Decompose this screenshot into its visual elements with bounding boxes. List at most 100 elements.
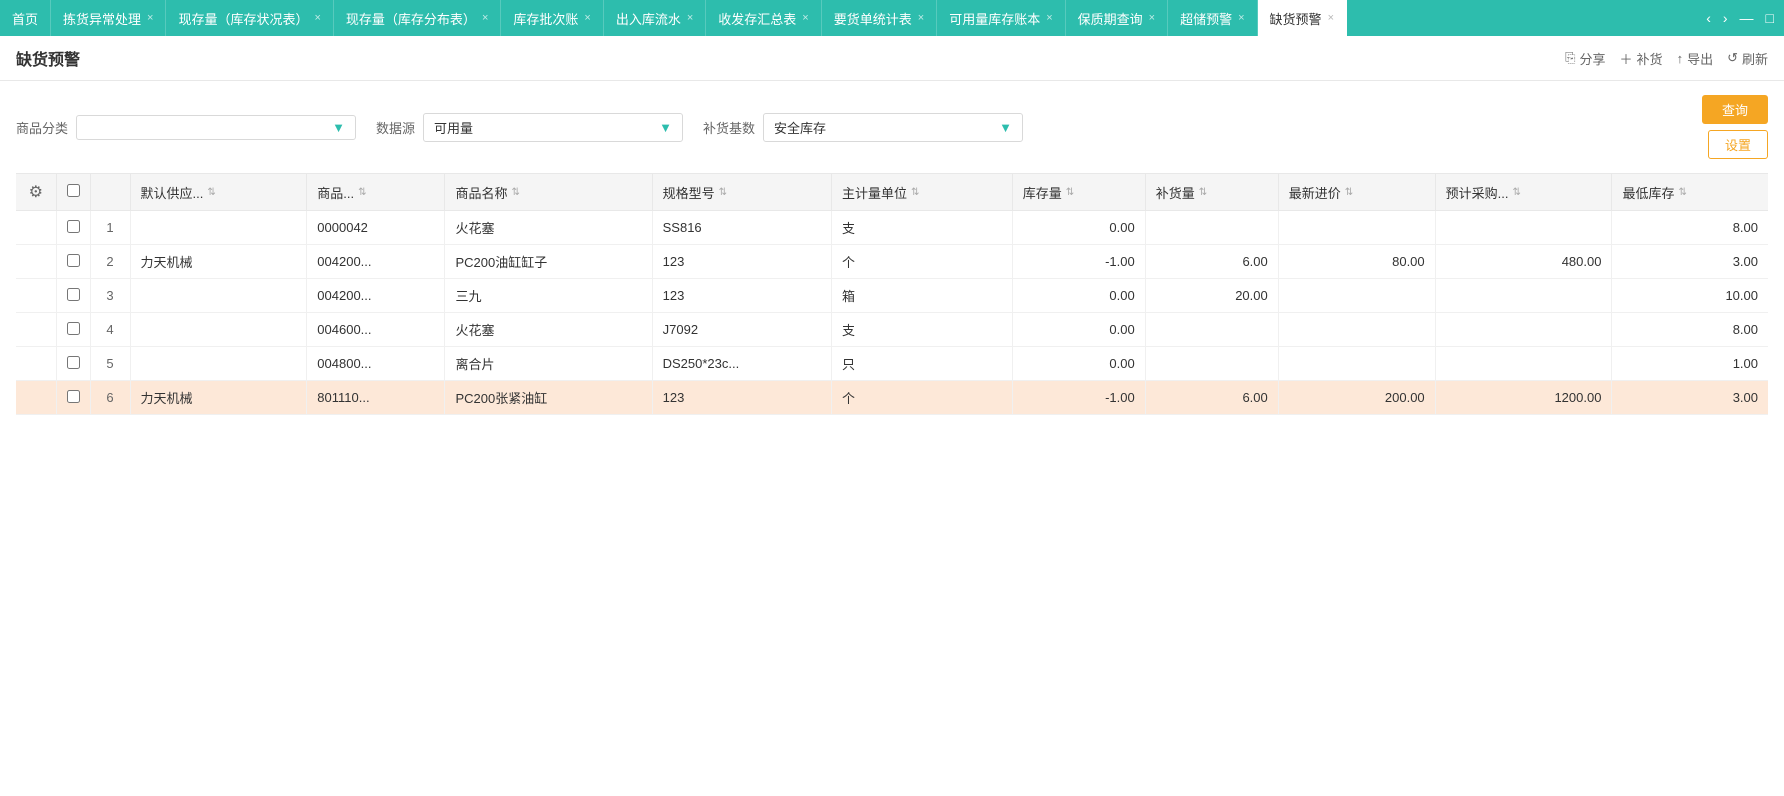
cell-gear-1	[16, 245, 56, 279]
page-header: 缺货预警 ⎘ 分享 ＋ 补货 ↑ 导出 ↺ 刷新	[0, 36, 1784, 81]
tab-home[interactable]: 首页	[0, 0, 51, 36]
table-row: 4 004600... 火花塞 J7092 支 0.00 8.00	[16, 313, 1768, 347]
cell-check-3[interactable]	[56, 313, 90, 347]
cell-latest-price-5: 200.00	[1278, 381, 1435, 415]
cell-check-5[interactable]	[56, 381, 90, 415]
tab-picking-exception[interactable]: 拣货异常处理 ×	[51, 0, 166, 36]
replenish-basis-label: 补货基数	[703, 118, 755, 137]
gear-icon: ⚙	[29, 184, 43, 201]
settings-button[interactable]: 设置	[1708, 130, 1768, 159]
tab-window-min-button[interactable]: —	[1734, 10, 1760, 26]
row-checkbox-0[interactable]	[67, 220, 80, 233]
th-stock[interactable]: 库存量 ⇅	[1012, 174, 1145, 211]
replenish-action[interactable]: ＋ 补货	[1620, 49, 1663, 68]
cell-spec-1: 123	[652, 245, 831, 279]
row-checkbox-1[interactable]	[67, 254, 80, 267]
refresh-action[interactable]: ↺ 刷新	[1727, 49, 1768, 68]
th-replenish[interactable]: 补货量 ⇅	[1145, 174, 1278, 211]
tab-close-overstock-warning[interactable]: ×	[1238, 12, 1244, 24]
tab-close-stockout-warning[interactable]: ×	[1328, 12, 1334, 24]
cell-unit-3: 支	[831, 313, 1012, 347]
category-filter-group: 商品分类 ▼	[16, 115, 356, 140]
cell-latest-price-3	[1278, 313, 1435, 347]
tab-receive-send-summary[interactable]: 收发存汇总表 ×	[706, 0, 821, 36]
category-select[interactable]: ▼	[76, 115, 356, 140]
cell-check-1[interactable]	[56, 245, 90, 279]
tab-available-stock-ledger[interactable]: 可用量库存账本 ×	[937, 0, 1065, 36]
th-latest-price[interactable]: 最新进价 ⇅	[1278, 174, 1435, 211]
share-action[interactable]: ⎘ 分享	[1565, 49, 1605, 68]
row-checkbox-2[interactable]	[67, 288, 80, 301]
tab-current-stock-dist[interactable]: 现存量（库存分布表） ×	[334, 0, 501, 36]
cell-latest-price-4	[1278, 347, 1435, 381]
tab-expiry-query[interactable]: 保质期查询 ×	[1066, 0, 1168, 36]
row-checkbox-5[interactable]	[67, 390, 80, 403]
tab-prev-button[interactable]: ‹	[1700, 10, 1717, 26]
cell-name-5: PC200张紧油缸	[445, 381, 652, 415]
cell-index-0: 1	[90, 211, 130, 245]
table-row: 3 004200... 三九 123 箱 0.00 20.00 10.00	[16, 279, 1768, 313]
tab-inout-flow[interactable]: 出入库流水 ×	[604, 0, 706, 36]
cell-stock-3: 0.00	[1012, 313, 1145, 347]
tab-close-expiry-query[interactable]: ×	[1149, 12, 1155, 24]
cell-index-2: 3	[90, 279, 130, 313]
select-all-checkbox[interactable]	[67, 184, 80, 197]
th-code[interactable]: 商品... ⇅	[307, 174, 445, 211]
tab-close-current-stock-status[interactable]: ×	[314, 12, 320, 24]
tab-stock-batch[interactable]: 库存批次账 ×	[501, 0, 603, 36]
cell-gear-0	[16, 211, 56, 245]
cell-supplier-4	[130, 347, 307, 381]
refresh-icon: ↺	[1727, 50, 1738, 66]
th-estimated-purchase[interactable]: 预计采购... ⇅	[1435, 174, 1612, 211]
cell-estimated-purchase-4	[1435, 347, 1612, 381]
cell-estimated-purchase-0	[1435, 211, 1612, 245]
cell-stock-1: -1.00	[1012, 245, 1145, 279]
replenish-basis-select[interactable]: 安全库存 ▼	[763, 113, 1023, 142]
tab-close-inout-flow[interactable]: ×	[687, 12, 693, 24]
cell-check-4[interactable]	[56, 347, 90, 381]
th-gear[interactable]: ⚙	[16, 174, 56, 211]
row-checkbox-4[interactable]	[67, 356, 80, 369]
cell-check-2[interactable]	[56, 279, 90, 313]
tab-next-button[interactable]: ›	[1717, 10, 1734, 26]
th-spec[interactable]: 规格型号 ⇅	[652, 174, 831, 211]
th-unit[interactable]: 主计量单位 ⇅	[831, 174, 1012, 211]
tab-overstock-warning[interactable]: 超储预警 ×	[1168, 0, 1257, 36]
sort-spec-icon: ⇅	[719, 187, 727, 198]
row-checkbox-3[interactable]	[67, 322, 80, 335]
cell-min-stock-2: 10.00	[1612, 279, 1768, 313]
tab-close-picking-exception[interactable]: ×	[147, 12, 153, 24]
sort-replenish-icon: ⇅	[1199, 187, 1207, 198]
cell-replenish-2: 20.00	[1145, 279, 1278, 313]
cell-unit-1: 个	[831, 245, 1012, 279]
tab-close-requisition-stat[interactable]: ×	[918, 12, 924, 24]
th-name[interactable]: 商品名称 ⇅	[445, 174, 652, 211]
tab-window-max-button[interactable]: □	[1760, 10, 1780, 26]
tab-close-stock-batch[interactable]: ×	[584, 12, 590, 24]
datasource-select[interactable]: 可用量 ▼	[423, 113, 683, 142]
cell-code-0: 0000042	[307, 211, 445, 245]
cell-name-1: PC200油缸缸子	[445, 245, 652, 279]
th-supplier[interactable]: 默认供应... ⇅	[130, 174, 307, 211]
tab-requisition-stat[interactable]: 要货单统计表 ×	[822, 0, 937, 36]
tab-close-receive-send-summary[interactable]: ×	[802, 12, 808, 24]
tab-close-available-stock-ledger[interactable]: ×	[1046, 12, 1052, 24]
export-action[interactable]: ↑ 导出	[1677, 49, 1714, 68]
cell-latest-price-1: 80.00	[1278, 245, 1435, 279]
cell-supplier-1: 力天机械	[130, 245, 307, 279]
tab-stockout-warning[interactable]: 缺货预警 ×	[1258, 0, 1347, 36]
cell-code-2: 004200...	[307, 279, 445, 313]
sort-code-icon: ⇅	[358, 187, 366, 198]
cell-min-stock-0: 8.00	[1612, 211, 1768, 245]
th-min-stock[interactable]: 最低库存 ⇅	[1612, 174, 1768, 211]
tab-current-stock-status[interactable]: 现存量（库存状况表） ×	[166, 0, 333, 36]
tab-close-current-stock-dist[interactable]: ×	[482, 12, 488, 24]
header-actions: ⎘ 分享 ＋ 补货 ↑ 导出 ↺ 刷新	[1565, 49, 1768, 68]
cell-check-0[interactable]	[56, 211, 90, 245]
tab-bar: 首页 拣货异常处理 × 现存量（库存状况表） × 现存量（库存分布表） × 库存…	[0, 0, 1784, 36]
replenish-icon: ＋	[1620, 49, 1633, 68]
cell-latest-price-0	[1278, 211, 1435, 245]
query-button[interactable]: 查询	[1702, 95, 1768, 124]
cell-min-stock-5: 3.00	[1612, 381, 1768, 415]
th-check[interactable]	[56, 174, 90, 211]
